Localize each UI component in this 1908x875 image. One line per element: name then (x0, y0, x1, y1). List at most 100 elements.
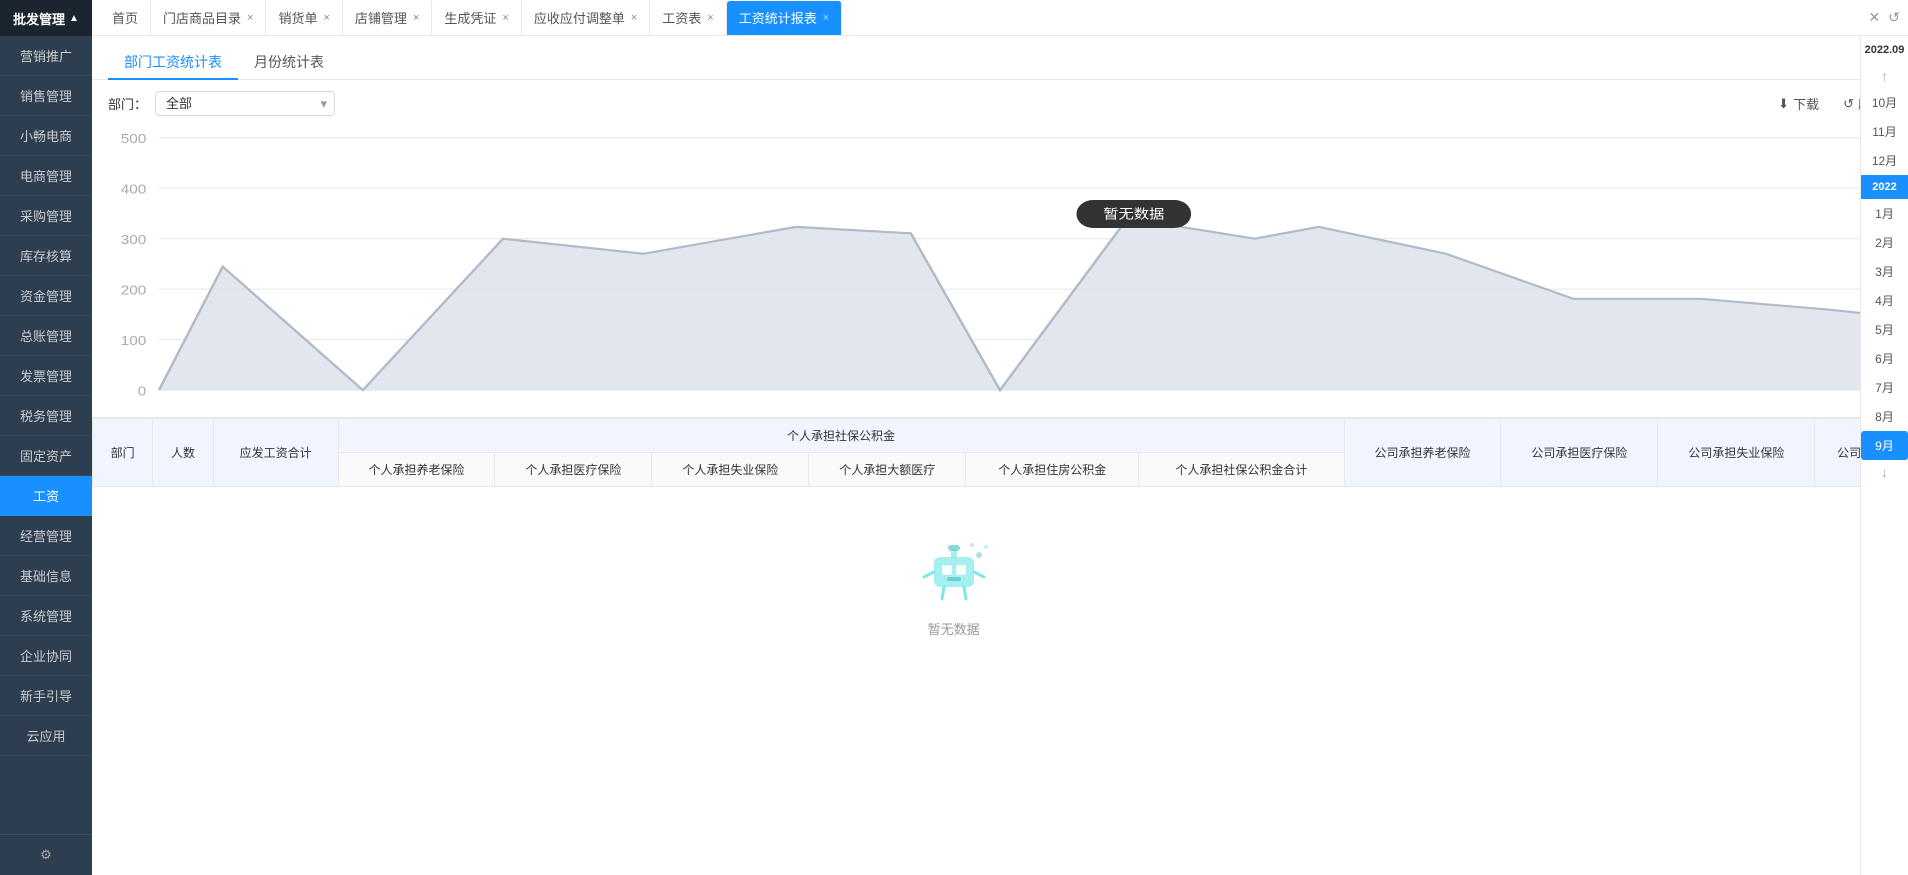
table-wrapper[interactable]: 部门 人数 应发工资合计 个人承担社保公积金 公司承担养老保险 公司承担医疗保险… (92, 417, 1908, 875)
sidebar-item-tax[interactable]: 税务管理 (0, 396, 92, 436)
tab-label-salary-table: 工资表 (662, 8, 701, 27)
tab-label-home: 首页 (112, 8, 138, 27)
date-month-7月[interactable]: 7月 (1861, 373, 1908, 402)
tab-label-salary-report: 工资统计报表 (739, 8, 817, 27)
sidebar-item-invoice[interactable]: 发票管理 (0, 356, 92, 396)
col-company-medical: 公司承担医疗保险 (1501, 419, 1658, 487)
sidebar-item-guide[interactable]: 新手引导 (0, 676, 92, 716)
sidebar-title: 批发管理 (13, 9, 65, 28)
sidebar-item-operation[interactable]: 经营管理 (0, 516, 92, 556)
empty-text: 暂无数据 (928, 619, 980, 638)
sidebar-nav: 营销推广销售管理小畅电商电商管理采购管理库存核算资金管理总账管理发票管理税务管理… (0, 36, 92, 834)
dept-select[interactable]: 全部销售部财务部技术部行政部 (155, 91, 335, 116)
empty-robot-icon (914, 527, 994, 607)
tab-salary-report[interactable]: 工资统计报表 × (727, 1, 842, 35)
date-month-1月[interactable]: 1月 (1861, 199, 1908, 228)
tab-label-receivable: 应收应付调整单 (534, 8, 625, 27)
col-count: 人数 (153, 419, 213, 487)
date-month-12月[interactable]: 12月 (1861, 146, 1908, 175)
sidebar-item-ledger[interactable]: 总账管理 (0, 316, 92, 356)
sidebar-item-basic[interactable]: 基础信息 (0, 556, 92, 596)
dept-filter: 部门： 全部销售部财务部技术部行政部 (108, 91, 335, 116)
date-scroll-up[interactable]: ↑ (1877, 64, 1892, 88)
tab-close-produce-voucher[interactable]: × (502, 12, 508, 24)
date-month-9月[interactable]: 9月 (1861, 431, 1908, 460)
svg-text:100: 100 (121, 333, 147, 348)
close-all-icon[interactable]: ✕ (1869, 9, 1881, 26)
sidebar: 批发管理 ▲ 营销推广销售管理小畅电商电商管理采购管理库存核算资金管理总账管理发… (0, 0, 92, 875)
date-header: 2022.09 (1861, 36, 1908, 64)
tab-close-salary-table[interactable]: × (707, 12, 713, 24)
tab-label-produce-voucher: 生成凭证 (444, 8, 496, 27)
sidebar-item-salary[interactable]: 工资 (0, 476, 92, 516)
tab-label-shop-catalog: 门店商品目录 (163, 8, 241, 27)
chart-tooltip-text: 暂无数据 (1103, 206, 1164, 221)
sidebar-item-assets[interactable]: 固定资产 (0, 436, 92, 476)
date-month-5月[interactable]: 5月 (1861, 315, 1908, 344)
sidebar-item-cloud[interactable]: 云应用 (0, 716, 92, 756)
tab-close-shop-catalog[interactable]: × (247, 12, 253, 24)
tab-bar-close: ✕ ↺ (1869, 9, 1900, 26)
col-dept: 部门 (93, 419, 153, 487)
col-personal-medical: 个人承担医疗保险 (495, 453, 652, 487)
tab-label-store-management: 店铺管理 (355, 8, 407, 27)
tab-produce-voucher[interactable]: 生成凭证 × (432, 1, 521, 35)
date-month-3月[interactable]: 3月 (1861, 257, 1908, 286)
table-header-group-row: 部门 人数 应发工资合计 个人承担社保公积金 公司承担养老保险 公司承担医疗保险… (93, 419, 1908, 453)
chart-svg: 500 400 300 200 100 0 暂无数据 (108, 127, 1892, 417)
settings-button[interactable]: ⚙ (0, 834, 92, 875)
sidebar-item-sales[interactable]: 销售管理 (0, 76, 92, 116)
toolbar-row: 部门： 全部销售部财务部技术部行政部 ⬇ 下载 ↺ 刷新 (92, 80, 1908, 127)
date-month-11月[interactable]: 11月 (1861, 117, 1908, 146)
tab-sales-order[interactable]: 销货单× (266, 1, 342, 35)
dept-select-wrap: 全部销售部财务部技术部行政部 (155, 91, 335, 116)
col-personal-pension: 个人承担养老保险 (338, 453, 495, 487)
empty-state: 暂无数据 (93, 487, 1815, 678)
date-month-2月[interactable]: 2月 (1861, 228, 1908, 257)
date-month-6月[interactable]: 6月 (1861, 344, 1908, 373)
data-table: 部门 人数 应发工资合计 个人承担社保公积金 公司承担养老保险 公司承担医疗保险… (92, 418, 1908, 678)
date-sidebar: 2022.09↑10月11月12月20221月2月3月4月5月6月7月8月9月↓ (1860, 36, 1908, 875)
sidebar-item-ecommerce-small[interactable]: 小畅电商 (0, 116, 92, 156)
refresh-all-icon[interactable]: ↺ (1888, 9, 1900, 26)
svg-text:500: 500 (121, 131, 147, 146)
tab-close-sales-order[interactable]: × (323, 12, 329, 24)
tab-home[interactable]: 首页 (100, 1, 151, 35)
date-month-4月[interactable]: 4月 (1861, 286, 1908, 315)
tab-close-store-management[interactable]: × (413, 12, 419, 24)
inner-tab-month-stats[interactable]: 月份统计表 (238, 46, 340, 80)
date-scroll-down[interactable]: ↓ (1877, 460, 1892, 484)
sidebar-toggle-icon: ▲ (69, 13, 79, 24)
col-personal-large-medical: 个人承担大额医疗 (809, 453, 966, 487)
tab-shop-catalog[interactable]: 门店商品目录 × (151, 1, 266, 35)
col-personal-housing: 个人承担住房公积金 (966, 453, 1139, 487)
download-label: 下载 (1793, 94, 1819, 113)
date-month-8月[interactable]: 8月 (1861, 402, 1908, 431)
inner-tab-dept-stats[interactable]: 部门工资统计表 (108, 46, 238, 80)
col-personal-total: 个人承担社保公积金合计 (1139, 453, 1344, 487)
tab-close-salary-report[interactable]: × (823, 12, 829, 24)
main-area: 首页门店商品目录×销货单×店铺管理×生成凭证×应收应付调整单×工资表×工资统计报… (92, 0, 1908, 875)
download-button[interactable]: ⬇ 下载 (1770, 90, 1827, 117)
tab-salary-table[interactable]: 工资表 × (650, 1, 726, 35)
tab-store-management[interactable]: 店铺管理 × (343, 1, 432, 35)
sidebar-item-ecommerce[interactable]: 电商管理 (0, 156, 92, 196)
sidebar-header[interactable]: 批发管理 ▲ (0, 0, 92, 36)
svg-text:400: 400 (121, 182, 147, 197)
sidebar-item-inventory[interactable]: 库存核算 (0, 236, 92, 276)
sidebar-item-marketing[interactable]: 营销推广 (0, 36, 92, 76)
date-month-10月[interactable]: 10月 (1861, 88, 1908, 117)
date-year-2022[interactable]: 2022 (1861, 175, 1908, 199)
svg-text:300: 300 (121, 232, 147, 247)
sidebar-item-purchase[interactable]: 采购管理 (0, 196, 92, 236)
sidebar-item-system[interactable]: 系统管理 (0, 596, 92, 636)
download-icon: ⬇ (1778, 96, 1789, 112)
svg-text:0: 0 (138, 384, 147, 399)
sidebar-item-enterprise[interactable]: 企业协同 (0, 636, 92, 676)
col-company-unemployment: 公司承担失业保险 (1658, 419, 1815, 487)
content-area: 部门工资统计表月份统计表 部门： 全部销售部财务部技术部行政部 ⬇ 下载 ↺ 刷… (92, 36, 1908, 875)
tab-close-receivable[interactable]: × (631, 12, 637, 24)
svg-text:200: 200 (121, 283, 147, 298)
sidebar-item-finance[interactable]: 资金管理 (0, 276, 92, 316)
tab-receivable[interactable]: 应收应付调整单 × (522, 1, 650, 35)
